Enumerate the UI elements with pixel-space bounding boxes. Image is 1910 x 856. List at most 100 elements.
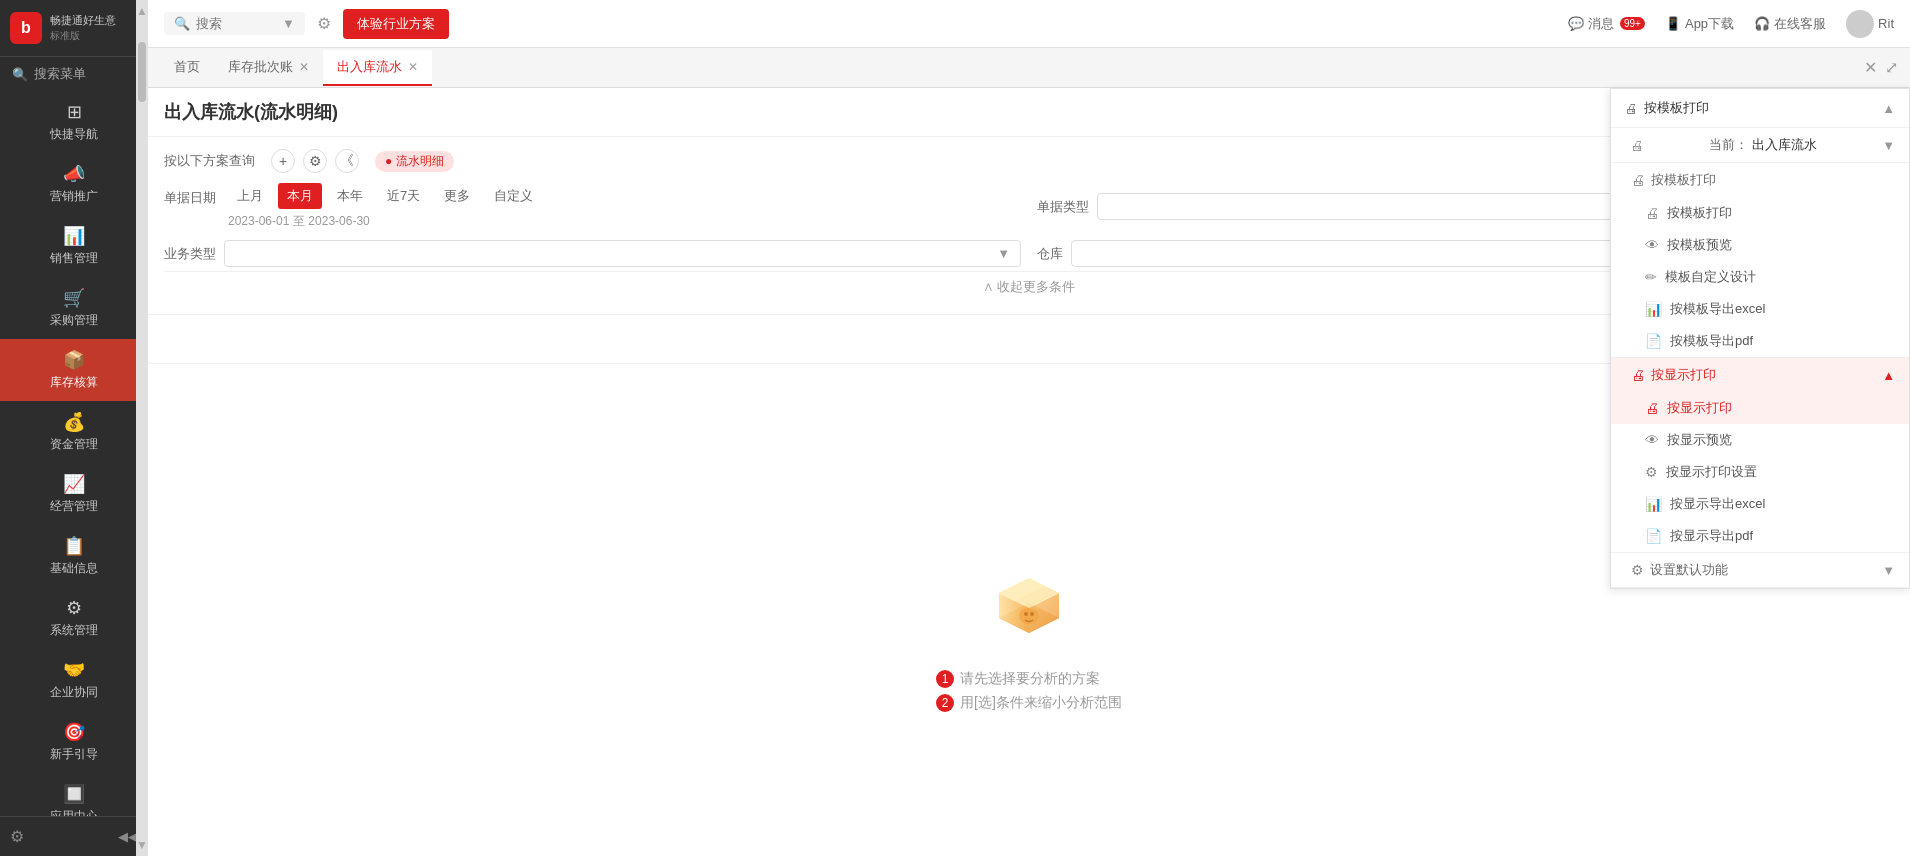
- tab-inventory-batch-close[interactable]: ✕: [299, 60, 309, 74]
- date-btn-this-month[interactable]: 本月: [278, 183, 322, 209]
- display-print-settings-item[interactable]: ⚙ 按显示打印设置: [1611, 456, 1909, 488]
- template-print-section: 🖨 按模板打印 🖨 按模板打印 👁 按模板预览 ✏ 模板自定义设计 📊 按模板导…: [1611, 163, 1909, 358]
- display-print-section-icon: 🖨: [1631, 367, 1645, 383]
- page-title: 出入库流水(流水明细): [164, 100, 338, 124]
- doc-type-label: 单据类型: [1037, 198, 1089, 216]
- top-search-dropdown-icon[interactable]: ▼: [282, 16, 295, 31]
- sidebar-item-label-enterprise: 企业协同: [50, 684, 98, 701]
- app-version: 标准版: [50, 29, 116, 43]
- print-current-header[interactable]: 🖨 当前： 出入库流水 ▼: [1611, 128, 1909, 162]
- display-print-item[interactable]: 🖨 按显示打印: [1611, 392, 1909, 424]
- filter-collapse-button[interactable]: 《: [335, 149, 359, 173]
- sidebar-settings-icon[interactable]: ⚙: [10, 827, 24, 846]
- template-export-excel-item[interactable]: 📊 按模板导出excel: [1611, 293, 1909, 325]
- app-download-button[interactable]: 📱 App下载: [1665, 15, 1734, 33]
- tab-home[interactable]: 首页: [160, 50, 214, 86]
- app-center-icon: 🔲: [63, 783, 85, 805]
- print-panel-header[interactable]: 🖨 按模板打印 ▲: [1611, 89, 1909, 128]
- quick-nav-icon: ⊞: [67, 101, 82, 123]
- sidebar-item-inventory[interactable]: 📦 库存核算: [0, 339, 148, 401]
- sidebar-item-basic[interactable]: 📋 基础信息: [0, 525, 148, 587]
- print-panel-chevron-up: ▲: [1882, 101, 1895, 116]
- display-preview-label: 按显示预览: [1667, 431, 1732, 449]
- display-preview-item[interactable]: 👁 按显示预览: [1611, 424, 1909, 456]
- tab-close-window-icon[interactable]: ✕: [1864, 58, 1877, 77]
- message-button[interactable]: 💬 消息 99+: [1568, 15, 1645, 33]
- gear-icon: ⚙: [309, 153, 322, 169]
- sidebar-scroll-thumb[interactable]: [138, 42, 146, 102]
- template-export-pdf-icon: 📄: [1645, 333, 1662, 349]
- app-name-block: 畅捷通好生意 标准版: [50, 13, 116, 42]
- sidebar-item-label-app-center: 应用中心: [50, 808, 98, 816]
- top-gear-icon[interactable]: ⚙: [317, 14, 331, 33]
- filter-add-button[interactable]: +: [271, 149, 295, 173]
- display-print-section-header[interactable]: 🖨 按显示打印 ▲: [1611, 358, 1909, 392]
- template-export-pdf-label: 按模板导出pdf: [1670, 332, 1753, 350]
- template-export-pdf-item[interactable]: 📄 按模板导出pdf: [1611, 325, 1909, 357]
- date-range-display: 2023-06-01 至 2023-06-30: [228, 213, 542, 230]
- date-btn-this-year[interactable]: 本年: [328, 183, 372, 209]
- sidebar-search[interactable]: 🔍 搜索菜单: [0, 57, 148, 91]
- top-search-box[interactable]: 🔍 ▼: [164, 12, 305, 35]
- app-name: 畅捷通好生意: [50, 13, 116, 28]
- template-print-item[interactable]: 🖨 按模板打印: [1611, 197, 1909, 229]
- sidebar-item-sales[interactable]: 📊 销售管理: [0, 215, 148, 277]
- tab-inventory-batch[interactable]: 库存批次账 ✕: [214, 50, 323, 86]
- empty-state-icon: [979, 558, 1079, 658]
- svg-point-6: [1024, 612, 1028, 616]
- scroll-up-arrow[interactable]: ▲: [132, 0, 152, 22]
- display-export-excel-label: 按显示导出excel: [1670, 495, 1765, 513]
- template-print-item-label: 按模板打印: [1667, 204, 1732, 222]
- print-current-text: 当前：: [1709, 136, 1748, 154]
- set-default-header[interactable]: ⚙ 设置默认功能 ▼: [1611, 553, 1909, 587]
- tab-expand-window-icon[interactable]: ⤢: [1885, 58, 1898, 77]
- message-label: 消息: [1588, 15, 1614, 33]
- empty-hint-2-text: 用[选]条件来缩小分析范围: [960, 694, 1122, 712]
- tab-inout-flow-close[interactable]: ✕: [408, 60, 418, 74]
- sidebar-item-label-quick-nav: 快捷导航: [50, 126, 98, 143]
- template-print-section-icon: 🖨: [1631, 172, 1645, 188]
- tab-inventory-batch-label: 库存批次账: [228, 58, 293, 76]
- sidebar-item-guide[interactable]: 🎯 新手引导: [0, 711, 148, 773]
- print-current-label: 当前： 出入库流水: [1709, 136, 1817, 154]
- top-search-input[interactable]: [196, 16, 276, 31]
- sidebar-item-purchase[interactable]: 🛒 采购管理: [0, 277, 148, 339]
- online-service-button[interactable]: 🎧 在线客服: [1754, 15, 1826, 33]
- sidebar-item-system[interactable]: ⚙ 系统管理: [0, 587, 148, 649]
- display-export-excel-item[interactable]: 📊 按显示导出excel: [1611, 488, 1909, 520]
- display-print-settings-icon: ⚙: [1645, 464, 1658, 480]
- sidebar-item-enterprise[interactable]: 🤝 企业协同: [0, 649, 148, 711]
- user-avatar-button[interactable]: Rit: [1846, 10, 1894, 38]
- filter-settings-button[interactable]: ⚙: [303, 149, 327, 173]
- print-icon-header: 🖨: [1625, 101, 1638, 116]
- sidebar-item-label-marketing: 营销推广: [50, 188, 98, 205]
- sidebar-item-label-system: 系统管理: [50, 622, 98, 639]
- sidebar-item-finance[interactable]: 💰 资金管理: [0, 401, 148, 463]
- template-print-section-header[interactable]: 🖨 按模板打印: [1611, 163, 1909, 197]
- template-customize-item[interactable]: ✏ 模板自定义设计: [1611, 261, 1909, 293]
- template-preview-item[interactable]: 👁 按模板预览: [1611, 229, 1909, 261]
- active-filter-tag[interactable]: ● 流水明细: [375, 151, 454, 172]
- tab-inout-flow[interactable]: 出入库流水 ✕: [323, 50, 432, 86]
- date-btn-7days[interactable]: 近7天: [378, 183, 429, 209]
- date-btn-last-month[interactable]: 上月: [228, 183, 272, 209]
- display-export-pdf-item[interactable]: 📄 按显示导出pdf: [1611, 520, 1909, 552]
- display-print-settings-label: 按显示打印设置: [1666, 463, 1757, 481]
- app-logo-icon: b: [10, 12, 42, 44]
- biz-type-select[interactable]: ▼: [224, 240, 1021, 267]
- sidebar-item-app-center[interactable]: 🔲 应用中心: [0, 773, 148, 816]
- sidebar-item-label-inventory: 库存核算: [50, 374, 98, 391]
- hint-num-2: 2: [936, 694, 954, 712]
- industry-plan-button[interactable]: 体验行业方案: [343, 9, 449, 39]
- sidebar-scrollbar[interactable]: ▲ ▼: [136, 0, 148, 856]
- sidebar-item-quick-nav[interactable]: ⊞ 快捷导航: [0, 91, 148, 153]
- sidebar-item-label-basic: 基础信息: [50, 560, 98, 577]
- sidebar-item-marketing[interactable]: 📣 营销推广: [0, 153, 148, 215]
- date-filter-group: 单据日期 上月 本月 本年 近7天 更多 自定义 2023-06-01 至: [164, 183, 1021, 230]
- template-customize-icon: ✏: [1645, 269, 1657, 285]
- date-btn-more[interactable]: 更多: [435, 183, 479, 209]
- sidebar-item-operation[interactable]: 📈 经营管理: [0, 463, 148, 525]
- date-btn-custom[interactable]: 自定义: [485, 183, 542, 209]
- sales-icon: 📊: [63, 225, 85, 247]
- scroll-down-arrow[interactable]: ▼: [132, 834, 152, 856]
